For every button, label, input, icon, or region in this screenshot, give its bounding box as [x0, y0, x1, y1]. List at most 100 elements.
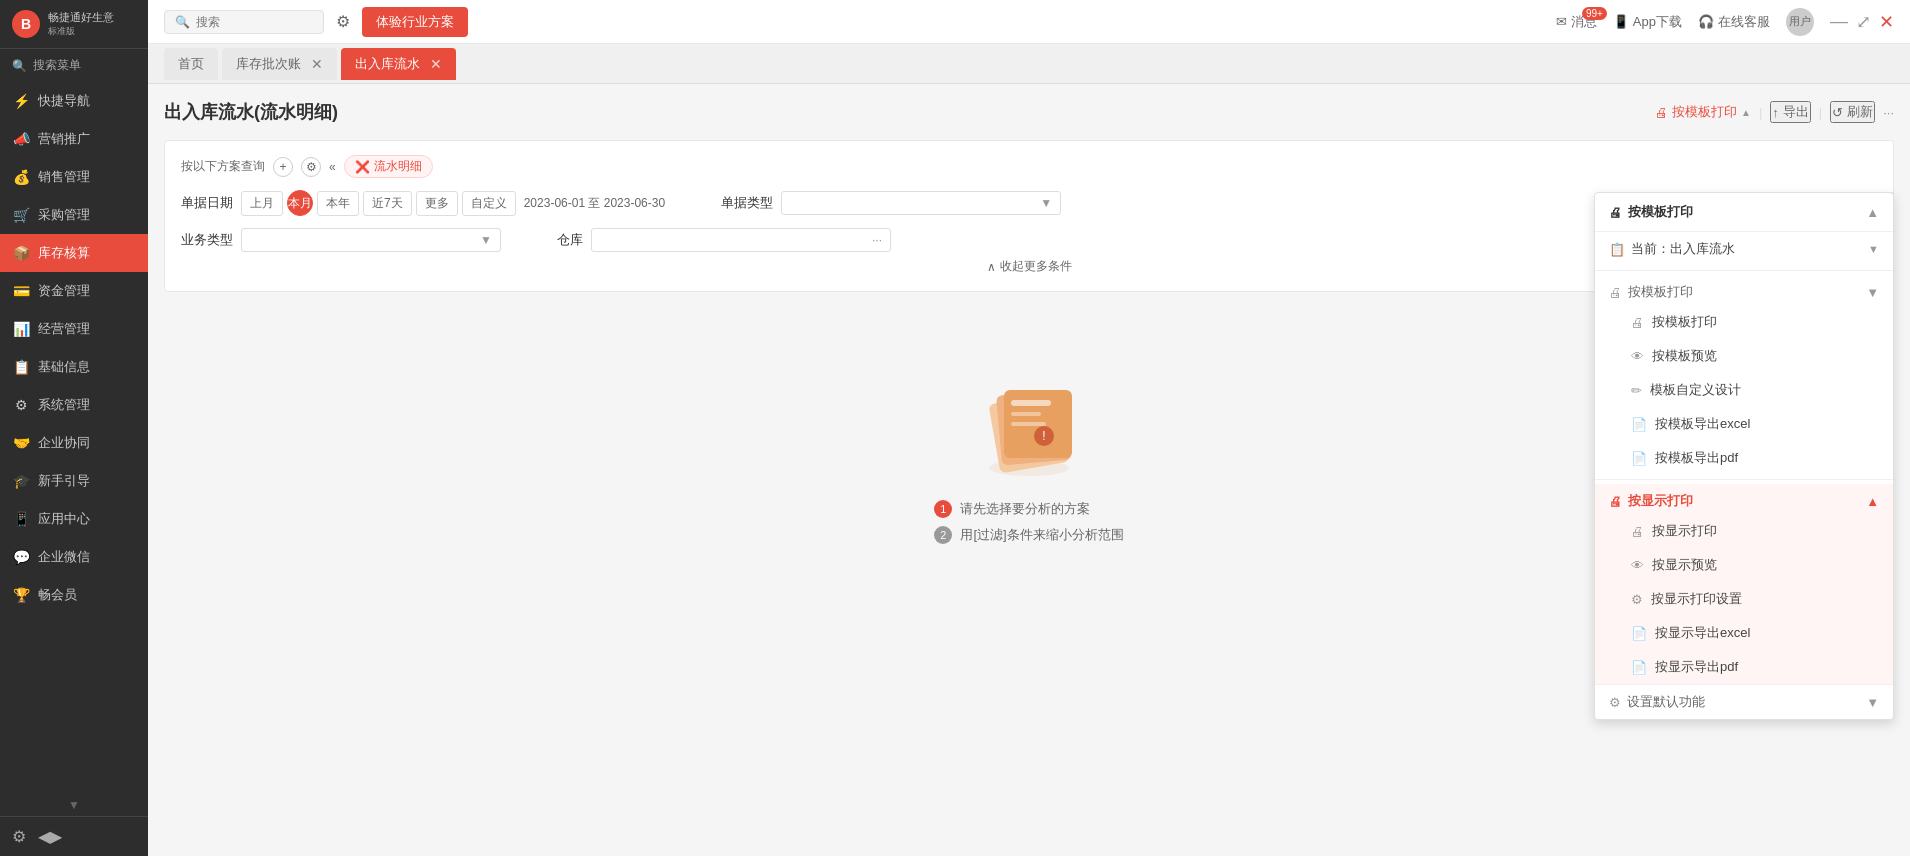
tab-home[interactable]: 首页: [164, 48, 218, 80]
sidebar-item-system[interactable]: ⚙ 系统管理: [0, 386, 148, 424]
operations-icon: 📊: [12, 321, 30, 337]
trial-btn[interactable]: 体验行业方案: [362, 7, 468, 37]
date-btn-more[interactable]: 更多: [416, 191, 458, 216]
date-btn-last-7days[interactable]: 近7天: [363, 191, 412, 216]
dropdown-item-display-print-settings[interactable]: ⚙ 按显示打印设置: [1595, 582, 1893, 616]
template-print-btn[interactable]: 🖨 按模板打印 ▲: [1655, 103, 1751, 121]
sidebar-settings-icon[interactable]: ⚙: [12, 827, 26, 846]
tab-inventory-flow-close[interactable]: ✕: [430, 56, 442, 72]
header-search-input[interactable]: [196, 15, 296, 29]
user-avatar-text: 用户: [1789, 14, 1811, 29]
guide-icon: 🎓: [12, 473, 30, 489]
printer-icon: 🖨: [1655, 105, 1668, 120]
header-online-service[interactable]: 🎧 在线客服: [1698, 13, 1770, 31]
date-btn-last-month[interactable]: 上月: [241, 191, 283, 216]
action-more[interactable]: ···: [1883, 105, 1894, 120]
empty-step-1: 1 请先选择要分析的方案: [934, 500, 1123, 518]
sidebar-scroll-down[interactable]: ▼: [68, 798, 80, 812]
dropdown-item-template-export-pdf[interactable]: 📄 按模板导出pdf: [1595, 441, 1893, 475]
dropdown-current-item[interactable]: 📋 当前：出入库流水 ▼: [1595, 232, 1893, 266]
item-custom-icon: ✏: [1631, 383, 1642, 398]
business-type-label: 业务类型: [181, 231, 233, 249]
appstore-icon: 📱: [12, 511, 30, 527]
empty-illustration: !: [969, 368, 1089, 488]
export-btn[interactable]: ↑ 导出: [1770, 101, 1811, 123]
sidebar-item-wechat[interactable]: 💬 企业微信: [0, 538, 148, 576]
type-field: 单据类型 ▼: [721, 191, 1061, 215]
sidebar-search[interactable]: 🔍 搜索菜单: [0, 49, 148, 82]
sidebar-item-finance[interactable]: 💳 资金管理: [0, 272, 148, 310]
type-field-label: 单据类型: [721, 194, 773, 212]
dropdown-item-template-print[interactable]: 🖨 按模板打印: [1595, 305, 1893, 339]
sidebar-logo: B 畅捷通好生意 标准版: [0, 0, 148, 49]
sidebar-label-marketing: 营销推广: [38, 130, 90, 148]
dropdown-item-template-export-excel[interactable]: 📄 按模板导出excel: [1595, 407, 1893, 441]
item-pdf1-icon: 📄: [1631, 451, 1647, 466]
tab-batch-account-label: 库存批次账: [236, 55, 301, 73]
display-print-header[interactable]: 🖨 按显示打印 ▲: [1595, 484, 1893, 514]
display-print-icon: 🖨: [1631, 524, 1644, 539]
sidebar-label-wechat: 企业微信: [38, 548, 90, 566]
dropdown-item-template-preview[interactable]: 👁 按模板预览: [1595, 339, 1893, 373]
display-pdf-icon: 📄: [1631, 660, 1647, 675]
sidebar: B 畅捷通好生意 标准版 🔍 搜索菜单 ⚡ 快捷导航 📣 营销推广 💰 销售管理: [0, 0, 148, 856]
date-btn-custom[interactable]: 自定义: [462, 191, 516, 216]
sidebar-item-member[interactable]: 🏆 畅会员: [0, 576, 148, 614]
search-add-btn[interactable]: +: [273, 157, 293, 177]
business-type-arrow: ▼: [480, 233, 492, 247]
date-btn-this-month[interactable]: 本月: [287, 190, 313, 216]
dropdown-item-display-export-pdf[interactable]: 📄 按显示导出pdf: [1595, 650, 1893, 684]
service-icon: 🎧: [1698, 14, 1714, 29]
tab-batch-account-close[interactable]: ✕: [311, 56, 323, 72]
search-collapse-icon[interactable]: «: [329, 160, 336, 174]
date-btn-this-year[interactable]: 本年: [317, 191, 359, 216]
sidebar-item-cooperation[interactable]: 🤝 企业协同: [0, 424, 148, 462]
user-avatar[interactable]: 用户: [1786, 8, 1814, 36]
sidebar-item-guide[interactable]: 🎓 新手引导: [0, 462, 148, 500]
search-settings-btn[interactable]: ⚙: [301, 157, 321, 177]
header-search-box[interactable]: 🔍: [164, 10, 324, 34]
refresh-btn[interactable]: ↺ 刷新: [1830, 101, 1875, 123]
sidebar-item-inventory[interactable]: 📦 库存核算: [0, 234, 148, 272]
warehouse-select[interactable]: ···: [591, 228, 891, 252]
sidebar-item-operations[interactable]: 📊 经营管理: [0, 310, 148, 348]
sidebar-label-finance: 资金管理: [38, 282, 90, 300]
window-minimize-btn[interactable]: —: [1830, 11, 1848, 32]
sidebar-item-appstore[interactable]: 📱 应用中心: [0, 500, 148, 538]
sidebar-item-purchase[interactable]: 🛒 采购管理: [0, 196, 148, 234]
item-pdf1-label: 按模板导出pdf: [1655, 449, 1738, 467]
svg-rect-4: [1011, 400, 1051, 406]
sidebar-item-sales[interactable]: 💰 销售管理: [0, 158, 148, 196]
sidebar-item-basic[interactable]: 📋 基础信息: [0, 348, 148, 386]
display-settings-label: 按显示打印设置: [1651, 590, 1742, 608]
dropdown-footer[interactable]: ⚙ 设置默认功能 ▼: [1595, 684, 1893, 719]
dropdown-item-display-export-excel[interactable]: 📄 按显示导出excel: [1595, 616, 1893, 650]
display-section-text: 按显示打印: [1628, 492, 1693, 510]
collapse-btn[interactable]: ∧ 收起更多条件: [987, 258, 1072, 275]
window-maximize-btn[interactable]: ⤢: [1856, 11, 1871, 33]
window-close-btn[interactable]: ✕: [1879, 11, 1894, 33]
template-print-header[interactable]: 🖨 按模板打印 ▼: [1595, 275, 1893, 305]
dropdown-item-display-preview[interactable]: 👁 按显示预览: [1595, 548, 1893, 582]
business-type-select[interactable]: ▼: [241, 228, 501, 252]
item-preview-label: 按模板预览: [1652, 347, 1717, 365]
search-label-text: 按以下方案查询: [181, 158, 265, 175]
sidebar-collapse-icon[interactable]: ◀▶: [38, 827, 62, 846]
app-icon: 📱: [1613, 14, 1629, 29]
sidebar-label-quick-nav: 快捷导航: [38, 92, 90, 110]
dropdown-header-up-arrow[interactable]: ▲: [1866, 205, 1879, 220]
dropdown-item-template-custom[interactable]: ✏ 模板自定义设计: [1595, 373, 1893, 407]
tab-batch-account[interactable]: 库存批次账 ✕: [222, 48, 337, 80]
dropdown-item-display-print[interactable]: 🖨 按显示打印: [1595, 514, 1893, 548]
sidebar-item-marketing[interactable]: 📣 营销推广: [0, 120, 148, 158]
header-app-download[interactable]: 📱 App下载: [1613, 13, 1682, 31]
tab-inventory-flow[interactable]: 出入库流水 ✕: [341, 48, 456, 80]
type-select[interactable]: ▼: [781, 191, 1061, 215]
sales-icon: 💰: [12, 169, 30, 185]
window-controls: — ⤢ ✕: [1830, 11, 1894, 33]
sidebar-item-quick-nav[interactable]: ⚡ 快捷导航: [0, 82, 148, 120]
display-print-label: 按显示打印: [1652, 522, 1717, 540]
header-gear-icon[interactable]: ⚙: [336, 12, 350, 31]
template-print-section: 🖨 按模板打印 ▼ 🖨 按模板打印 👁 按模板预览 ✏: [1595, 275, 1893, 475]
header-message[interactable]: ✉ 消息 99+: [1556, 13, 1597, 31]
